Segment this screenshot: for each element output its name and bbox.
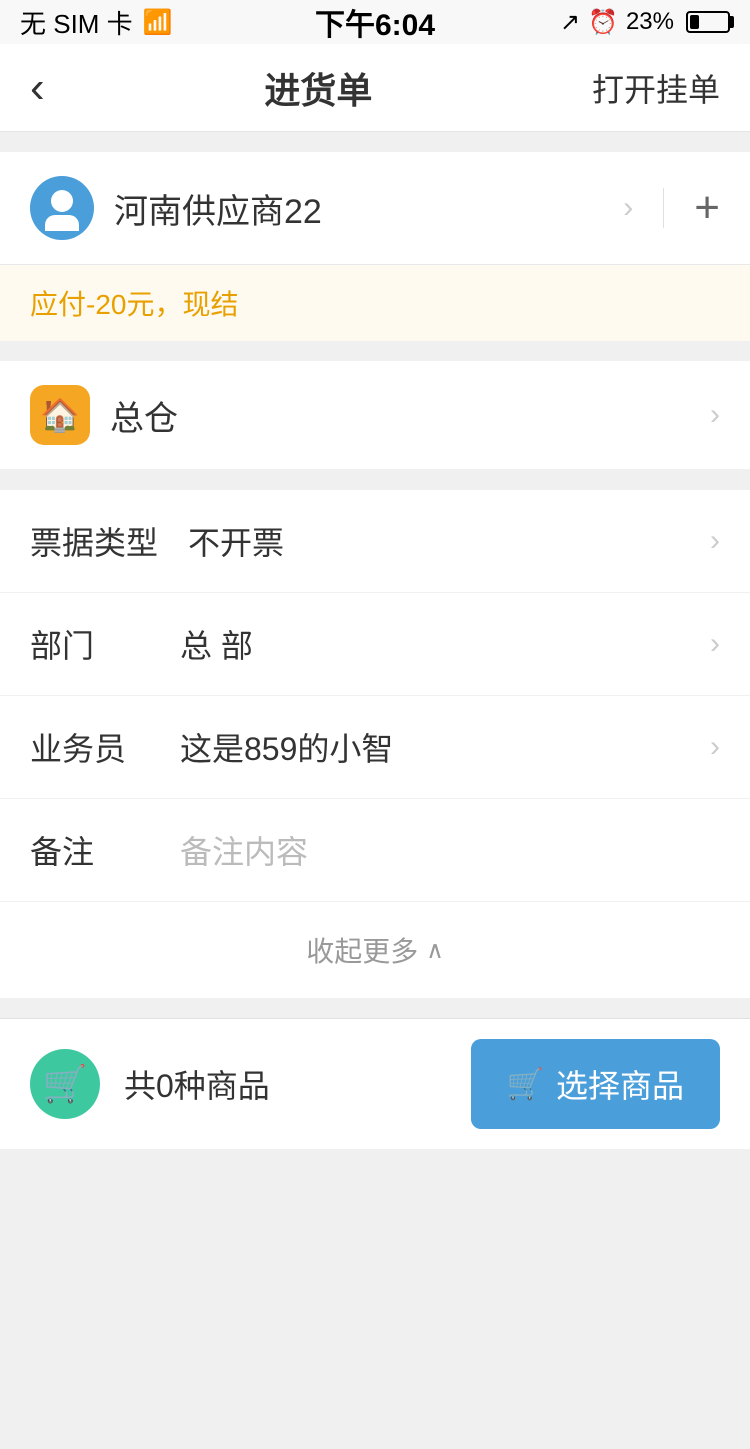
supplier-row[interactable]: 河南供应商22 › + xyxy=(0,152,750,265)
warehouse-row[interactable]: 🏠 总仓 › xyxy=(0,361,750,470)
add-supplier-button[interactable]: + xyxy=(694,186,720,230)
warehouse-section: 🏠 总仓 › xyxy=(0,361,750,470)
invoice-type-chevron-icon: › xyxy=(710,524,720,558)
status-time: 下午6:04 xyxy=(315,0,435,44)
department-row[interactable]: 部门 总 部 › xyxy=(0,593,750,696)
invoice-type-label: 票据类型 xyxy=(30,518,158,564)
department-chevron-icon: › xyxy=(710,627,720,661)
back-button[interactable]: ‹ xyxy=(30,66,45,110)
supplier-actions: › + xyxy=(623,186,720,230)
cart-icon-wrap: 🛒 xyxy=(30,1049,100,1119)
vertical-divider xyxy=(663,188,664,228)
salesperson-value: 这是859的小智 xyxy=(180,724,700,770)
department-label: 部门 xyxy=(30,621,150,667)
salesperson-chevron-icon: › xyxy=(710,730,720,764)
open-pending-button[interactable]: 打开挂单 xyxy=(592,65,720,111)
carrier-label: 无 SIM 卡 xyxy=(20,4,133,41)
page-title: 进货单 xyxy=(264,62,372,114)
salesperson-row[interactable]: 业务员 这是859的小智 › xyxy=(0,696,750,799)
battery-percent: 23% xyxy=(626,8,674,36)
remark-row[interactable]: 备注 备注内容 xyxy=(0,799,750,902)
gps-icon: ↗ xyxy=(560,8,580,37)
divider-3 xyxy=(0,470,750,490)
divider-2 xyxy=(0,341,750,361)
department-value: 总 部 xyxy=(180,621,700,667)
avatar-person-icon xyxy=(44,190,80,226)
salesperson-label: 业务员 xyxy=(30,724,150,770)
alarm-icon: ⏰ xyxy=(588,8,618,37)
wifi-icon: 📶 xyxy=(143,8,173,37)
gray-bottom-area xyxy=(0,1149,750,1449)
supplier-section: 河南供应商22 › + 应付-20元，现结 xyxy=(0,152,750,341)
form-section: 票据类型 不开票 › 部门 总 部 › 业务员 这是859的小智 › 备注 备注… xyxy=(0,490,750,902)
remark-label: 备注 xyxy=(30,827,150,873)
battery-icon xyxy=(686,11,730,33)
select-goods-icon: 🛒 xyxy=(507,1067,544,1102)
collapse-arrow-icon: ∧ xyxy=(426,936,444,965)
select-goods-label: 选择商品 xyxy=(556,1061,684,1107)
nav-bar: ‹ 进货单 打开挂单 xyxy=(0,44,750,132)
notice-row: 应付-20元，现结 xyxy=(0,265,750,341)
supplier-name: 河南供应商22 xyxy=(114,184,623,233)
cart-icon: 🛒 xyxy=(43,1063,88,1105)
invoice-type-value: 不开票 xyxy=(188,518,700,564)
product-count-label: 共0种商品 xyxy=(124,1061,471,1107)
supplier-avatar xyxy=(30,176,94,240)
divider-top xyxy=(0,132,750,152)
chevron-right-icon: › xyxy=(623,191,633,225)
collapse-text: 收起更多 xyxy=(306,930,418,970)
warehouse-building-icon: 🏠 xyxy=(40,396,80,434)
warehouse-name: 总仓 xyxy=(110,391,710,440)
status-left: 无 SIM 卡 📶 xyxy=(20,4,173,41)
invoice-type-row[interactable]: 票据类型 不开票 › xyxy=(0,490,750,593)
status-right: ↗ ⏰ 23% xyxy=(560,8,730,37)
warehouse-chevron-icon: › xyxy=(710,398,720,432)
remark-input[interactable]: 备注内容 xyxy=(180,827,720,873)
divider-bottom xyxy=(0,998,750,1018)
status-bar: 无 SIM 卡 📶 下午6:04 ↗ ⏰ 23% xyxy=(0,0,750,44)
collapse-row[interactable]: 收起更多 ∧ xyxy=(0,902,750,998)
product-bar: 🛒 共0种商品 🛒 选择商品 xyxy=(0,1018,750,1149)
warehouse-icon: 🏠 xyxy=(30,385,90,445)
select-goods-button[interactable]: 🛒 选择商品 xyxy=(471,1039,720,1129)
notice-text: 应付-20元，现结 xyxy=(30,289,238,320)
